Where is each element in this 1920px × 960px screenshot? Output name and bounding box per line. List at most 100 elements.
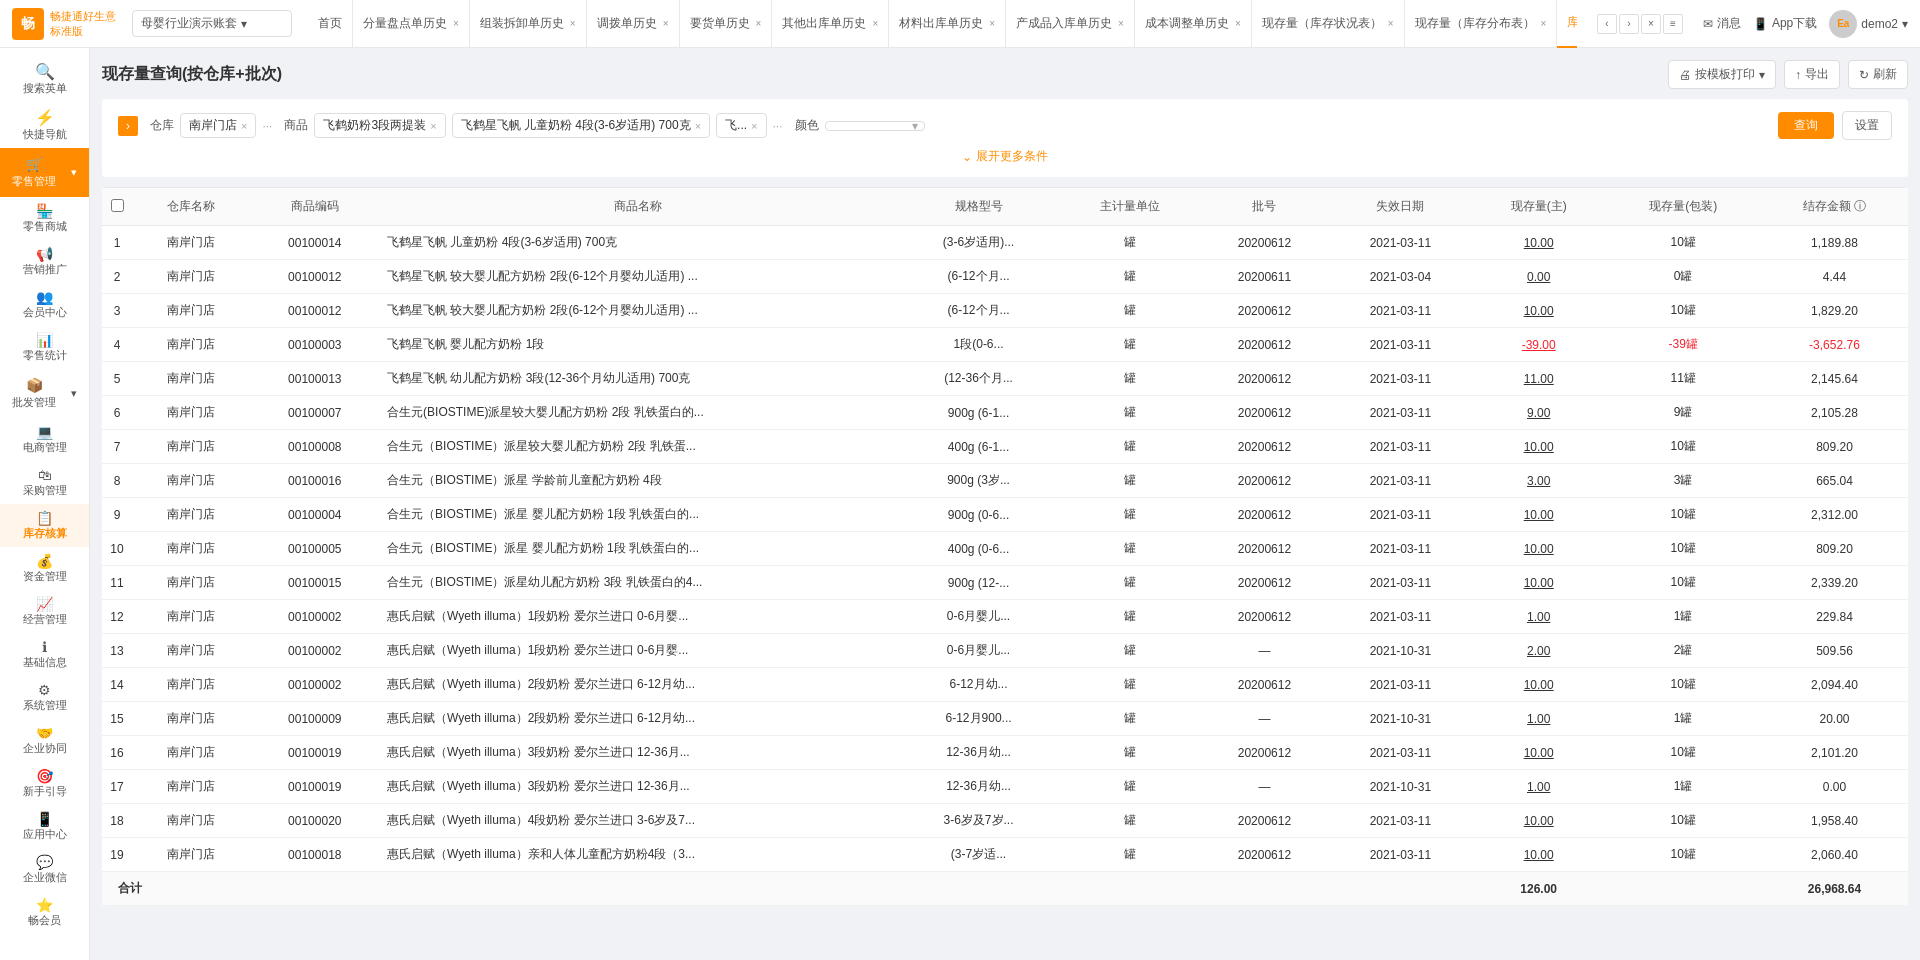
close-tab-split-stock[interactable]: × bbox=[453, 18, 459, 29]
cell-qty-main[interactable]: 10.00 bbox=[1472, 226, 1605, 260]
warehouse-tag[interactable]: 南岸门店 × bbox=[180, 113, 256, 138]
footer-qty-main: 126.00 bbox=[1472, 872, 1605, 906]
sidebar-item-inventory[interactable]: 📋 库存核算 bbox=[0, 504, 89, 547]
tab-want[interactable]: 要货单历史× bbox=[680, 0, 773, 48]
tab-material-out[interactable]: 材料出库单历史× bbox=[889, 0, 1006, 48]
cell-qty-main[interactable]: -39.00 bbox=[1472, 328, 1605, 362]
close-tab-material-out[interactable]: × bbox=[989, 18, 995, 29]
tab-stock-status[interactable]: 现存量（库存状况表）× bbox=[1252, 0, 1405, 48]
account-selector[interactable]: 母婴行业演示账套 ▾ bbox=[132, 10, 292, 37]
export-btn[interactable]: ↑ 导出 bbox=[1784, 60, 1840, 89]
cell-qty-main[interactable]: 3.00 bbox=[1472, 464, 1605, 498]
close-tab-product-in[interactable]: × bbox=[1118, 18, 1124, 29]
tab-prev-btn[interactable]: ‹ bbox=[1597, 14, 1617, 34]
tab-stock-dist[interactable]: 现存量（库存分布表）× bbox=[1405, 0, 1558, 48]
cell-amount: 665.04 bbox=[1761, 464, 1908, 498]
message-btn[interactable]: ✉ 消息 bbox=[1703, 15, 1741, 32]
cell-unit: 罐 bbox=[1059, 838, 1200, 872]
tab-other-out[interactable]: 其他出库单历史× bbox=[772, 0, 889, 48]
filter-expand-btn[interactable]: › bbox=[118, 116, 138, 136]
expand-more-btn[interactable]: ⌄ 展开更多条件 bbox=[962, 148, 1048, 165]
cell-qty-pkg: 1罐 bbox=[1605, 770, 1761, 804]
cell-qty-main[interactable]: 2.00 bbox=[1472, 634, 1605, 668]
cell-amount: 229.84 bbox=[1761, 600, 1908, 634]
cell-qty-main[interactable]: 0.00 bbox=[1472, 260, 1605, 294]
close-tab-want[interactable]: × bbox=[756, 18, 762, 29]
tab-product-in[interactable]: 产成品入库单历史× bbox=[1006, 0, 1135, 48]
cell-qty-main[interactable]: 1.00 bbox=[1472, 600, 1605, 634]
tab-menu-btn[interactable]: ≡ bbox=[1663, 14, 1683, 34]
cell-qty-main[interactable]: 10.00 bbox=[1472, 668, 1605, 702]
close-tab-other-out[interactable]: × bbox=[872, 18, 878, 29]
tab-dismantle[interactable]: 组装拆卸单历史× bbox=[470, 0, 587, 48]
app-download-btn[interactable]: 📱 App下载 bbox=[1753, 15, 1817, 32]
print-btn[interactable]: 🖨 按模板打印 ▾ bbox=[1668, 60, 1776, 89]
product-tag-3-close[interactable]: × bbox=[751, 120, 757, 132]
sidebar-item-wholesale[interactable]: 📦 批发管理 ▾ bbox=[0, 369, 89, 418]
close-tab-mix[interactable]: × bbox=[663, 18, 669, 29]
table-row: 4 南岸门店 00100003 飞鹤星飞帆 婴儿配方奶粉 1段 1段(0-6..… bbox=[102, 328, 1908, 362]
close-tab-dismantle[interactable]: × bbox=[570, 18, 576, 29]
user-menu[interactable]: Ea demo2 ▾ bbox=[1829, 10, 1908, 38]
cell-code: 00100016 bbox=[251, 464, 380, 498]
sidebar-item-members[interactable]: 👥 会员中心 bbox=[0, 283, 89, 326]
close-tab-stock-status[interactable]: × bbox=[1388, 18, 1394, 29]
sidebar-item-finance[interactable]: 💰 资金管理 bbox=[0, 547, 89, 590]
cell-qty-main[interactable]: 9.00 bbox=[1472, 396, 1605, 430]
sidebar-item-ecommerce[interactable]: 💻 电商管理 bbox=[0, 418, 89, 461]
tab-mix[interactable]: 调拨单历史× bbox=[587, 0, 680, 48]
warehouse-tag-close[interactable]: × bbox=[241, 120, 247, 132]
sidebar-item-operations[interactable]: 📈 经营管理 bbox=[0, 590, 89, 633]
product-tag-2-close[interactable]: × bbox=[695, 120, 701, 132]
cell-expire: 2021-03-11 bbox=[1329, 464, 1472, 498]
product-tag-1[interactable]: 飞鹤奶粉3段两提装 × bbox=[314, 113, 445, 138]
product-filter: 商品 飞鹤奶粉3段两提装 × 飞鹤星飞帆 儿童奶粉 4段(3-6岁适用) 700… bbox=[284, 113, 782, 138]
sidebar-item-vip[interactable]: ⭐ 畅会员 bbox=[0, 891, 89, 934]
cell-qty-main[interactable]: 10.00 bbox=[1472, 804, 1605, 838]
tab-home[interactable]: 首页 bbox=[308, 0, 353, 48]
sidebar-item-retail[interactable]: 🛒 零售管理 ▾ bbox=[0, 148, 89, 197]
cell-qty-main[interactable]: 10.00 bbox=[1472, 838, 1605, 872]
cell-qty-main[interactable]: 10.00 bbox=[1472, 498, 1605, 532]
tab-split-stock[interactable]: 分量盘点单历史× bbox=[353, 0, 470, 48]
sidebar-item-retail-stats[interactable]: 📊 零售统计 bbox=[0, 326, 89, 369]
product-tag-3[interactable]: 飞... × bbox=[716, 113, 766, 138]
sidebar-item-quick-nav[interactable]: ⚡ 快捷导航 bbox=[0, 102, 89, 148]
cell-qty-main[interactable]: 1.00 bbox=[1472, 702, 1605, 736]
cell-qty-pkg: 1罐 bbox=[1605, 702, 1761, 736]
sidebar-item-basic[interactable]: ℹ 基础信息 bbox=[0, 633, 89, 676]
cell-warehouse: 南岸门店 bbox=[132, 260, 251, 294]
sidebar-item-app-center[interactable]: 📱 应用中心 bbox=[0, 805, 89, 848]
product-tag-2[interactable]: 飞鹤星飞帆 儿童奶粉 4段(3-6岁适用) 700克 × bbox=[452, 113, 710, 138]
page-title: 现存量查询(按仓库+批次) bbox=[102, 64, 282, 85]
tab-batch-voucher[interactable]: 库存批次账× bbox=[1557, 0, 1577, 48]
cell-code: 00100015 bbox=[251, 566, 380, 600]
select-all-checkbox[interactable] bbox=[111, 199, 124, 212]
close-tab-stock-dist[interactable]: × bbox=[1541, 18, 1547, 29]
query-btn[interactable]: 查询 bbox=[1778, 112, 1834, 139]
cell-qty-main[interactable]: 10.00 bbox=[1472, 430, 1605, 464]
cell-qty-main[interactable]: 10.00 bbox=[1472, 566, 1605, 600]
settings-btn[interactable]: 设置 bbox=[1842, 111, 1892, 140]
tab-cost-adjust[interactable]: 成本调整单历史× bbox=[1135, 0, 1252, 48]
cell-no: 1 bbox=[102, 226, 132, 260]
sidebar-item-guide[interactable]: 🎯 新手引导 bbox=[0, 762, 89, 805]
sidebar-item-system[interactable]: ⚙ 系统管理 bbox=[0, 676, 89, 719]
close-tab-cost-adjust[interactable]: × bbox=[1235, 18, 1241, 29]
cell-qty-main[interactable]: 10.00 bbox=[1472, 532, 1605, 566]
sidebar-item-purchase[interactable]: 🛍 采购管理 bbox=[0, 461, 89, 504]
sidebar-item-marketing[interactable]: 📢 营销推广 bbox=[0, 240, 89, 283]
tab-close-btn[interactable]: × bbox=[1641, 14, 1661, 34]
sidebar-item-search[interactable]: 🔍 搜索英单 bbox=[0, 56, 89, 102]
sidebar-item-retail-mall[interactable]: 🏪 零售商城 bbox=[0, 197, 89, 240]
color-input[interactable]: ▾ bbox=[825, 121, 925, 131]
cell-qty-main[interactable]: 1.00 bbox=[1472, 770, 1605, 804]
cell-qty-main[interactable]: 11.00 bbox=[1472, 362, 1605, 396]
tab-next-btn[interactable]: › bbox=[1619, 14, 1639, 34]
sidebar-item-enterprise-wechat[interactable]: 💬 企业微信 bbox=[0, 848, 89, 891]
cell-qty-main[interactable]: 10.00 bbox=[1472, 736, 1605, 770]
refresh-btn[interactable]: ↻ 刷新 bbox=[1848, 60, 1908, 89]
sidebar-item-enterprise[interactable]: 🤝 企业协同 bbox=[0, 719, 89, 762]
cell-qty-main[interactable]: 10.00 bbox=[1472, 294, 1605, 328]
product-tag-1-close[interactable]: × bbox=[430, 120, 436, 132]
